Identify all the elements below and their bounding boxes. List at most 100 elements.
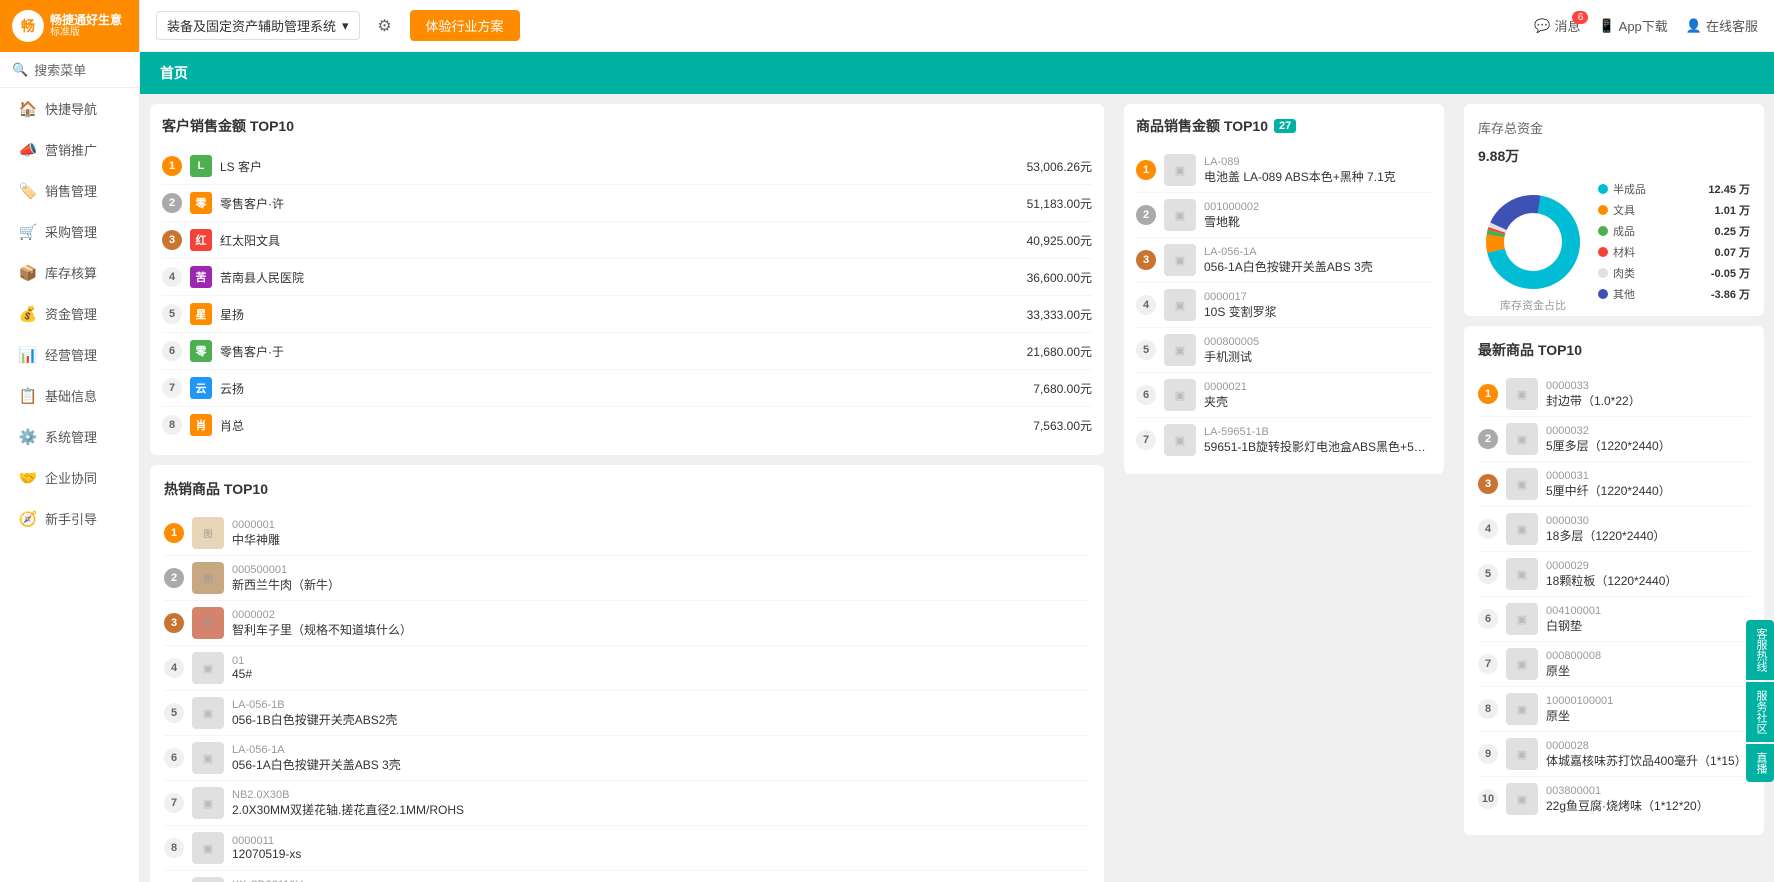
float-service-button[interactable]: 客服热线 [1746, 620, 1774, 680]
search-menu[interactable]: 🔍 搜索菜单 [0, 52, 139, 88]
list-item: 4 ▣ 0000030 18多层（1220*2440） [1478, 507, 1750, 552]
experience-button[interactable]: 体验行业方案 [410, 10, 520, 41]
system-icon: ⚙️ [19, 428, 37, 446]
product-thumbnail: ▣ [1164, 424, 1196, 456]
no-image-icon: ▣ [203, 752, 213, 765]
list-item: 7 ▣ NB2.0X30B 2.0X30MM双搓花轴.搓花直径2.1MM/ROH… [164, 781, 1090, 826]
sidebar-item-quick-nav[interactable]: 🏠 快捷导航 [0, 88, 139, 129]
rank-number: 5 [162, 304, 182, 324]
list-item: 3 ▣ 0000031 5厘中纤（1220*2440） [1478, 462, 1750, 507]
product-name: 夹壳 [1204, 393, 1432, 410]
customer-name: 苦南县人民医院 [220, 269, 1019, 286]
table-row: 4 苦 苦南县人民医院 36,600.00元 [162, 259, 1092, 296]
no-image-icon: ▣ [1517, 433, 1527, 446]
float-service-button[interactable]: 服务社区 [1746, 682, 1774, 742]
newest-products-title: 最新商品 TOP10 [1478, 340, 1750, 360]
sidebar-item-inventory[interactable]: 📦 库存核算 [0, 252, 139, 293]
online-service-button[interactable]: 👤 在线客服 [1686, 16, 1758, 35]
sidebar-item-finance[interactable]: 💰 资金管理 [0, 293, 139, 334]
sidebar-item-label: 库存核算 [45, 263, 97, 282]
product-code: 0000031 [1546, 470, 1750, 482]
app-download-button[interactable]: 📱 App下载 [1598, 16, 1667, 35]
legend-item: 半成品 12.45 万 [1598, 181, 1750, 197]
customer-name: 肖总 [220, 417, 1025, 434]
sidebar-item-label: 采购管理 [45, 222, 97, 241]
message-button[interactable]: 💬 消息 6 [1534, 16, 1580, 35]
product-thumbnail: ▣ [1164, 199, 1196, 231]
newest-products-title-text: 最新商品 TOP10 [1478, 340, 1582, 360]
product-name: 18多层（1220*2440） [1546, 527, 1750, 544]
product-name: 10S 变割罗浆 [1204, 303, 1432, 320]
rank-number: 8 [164, 838, 184, 858]
list-item: 8 ▣ 10000100001 原坐 [1478, 687, 1750, 732]
product-code: 0000017 [1204, 291, 1432, 303]
product-thumbnail: ▣ [1506, 513, 1538, 545]
sidebar-item-coop[interactable]: 🤝 企业协同 [0, 457, 139, 498]
product-info: 0000029 18颗粒板（1220*2440） [1546, 560, 1750, 589]
no-image-icon: ▣ [1517, 568, 1527, 581]
no-image-icon: ▣ [1517, 478, 1527, 491]
search-icon: 🔍 [12, 62, 28, 78]
newest-products-card: 最新商品 TOP10 1 ▣ 0000033 封边带（1.0*22） 2 ▣ 0… [1464, 326, 1764, 835]
product-info: 0000030 18多层（1220*2440） [1546, 515, 1750, 544]
sidebar-item-purchase[interactable]: 🛒 采购管理 [0, 211, 139, 252]
legend-value: -3.86 万 [1711, 286, 1750, 302]
legend-color-dot [1598, 247, 1608, 257]
product-name: 056-1A白色按键开关盖ABS 3壳 [1204, 258, 1432, 275]
legend-color-dot [1598, 268, 1608, 278]
no-image-icon: ▣ [1175, 164, 1185, 177]
sidebar-item-sales[interactable]: 🏷️ 销售管理 [0, 170, 139, 211]
sidebar-item-system[interactable]: ⚙️ 系统管理 [0, 416, 139, 457]
product-code: 000500001 [232, 564, 1090, 576]
sidebar-item-operations[interactable]: 📊 经营管理 [0, 334, 139, 375]
rank-number: 1 [164, 523, 184, 543]
no-image-icon: ▣ [203, 797, 213, 810]
legend-color-dot [1598, 289, 1608, 299]
rank-number: 9 [1478, 744, 1498, 764]
rank-number: 3 [1478, 474, 1498, 494]
basics-icon: 📋 [19, 387, 37, 405]
product-name: 056-1A白色按键开关盖ABS 3壳 [232, 756, 1090, 773]
list-item: 6 ▣ LA-056-1A 056-1A白色按键开关盖ABS 3壳 [164, 736, 1090, 781]
legend-label: 其他 [1613, 286, 1706, 302]
product-info: NB2.0X30B 2.0X30MM双搓花轴.搓花直径2.1MM/ROHS [232, 789, 1090, 818]
guide-icon: 🧭 [19, 510, 37, 528]
product-code: 0000011 [232, 835, 1090, 847]
customer-rank-list: 1 L LS 客户 53,006.26元 2 零 零售客户·许 51,183.0… [162, 148, 1092, 443]
app-edition: 标准版 [50, 27, 122, 39]
legend-item: 肉类 -0.05 万 [1598, 265, 1750, 281]
product-sale-card: 商品销售金额 TOP10 27 1 ▣ LA-089 电池盖 LA-089 AB… [1124, 104, 1444, 474]
legend-value: 12.45 万 [1708, 181, 1750, 197]
customer-name: 云扬 [220, 380, 1025, 397]
customer-value: 53,006.26元 [1027, 158, 1092, 175]
topbar: 装备及固定资产辅助管理系统 ▾ ⚙ 体验行业方案 💬 消息 6 📱 App下载 … [140, 0, 1774, 52]
list-item: 2 ▣ 001000002 雪地靴 [1136, 193, 1432, 238]
product-code: LA-056-1B [232, 699, 1090, 711]
product-thumbnail: ▣ [192, 697, 224, 729]
product-name: 12070519-xs [232, 847, 1090, 861]
product-name: 2.0X30MM双搓花轴.搓花直径2.1MM/ROHS [232, 801, 1090, 818]
sidebar-item-marketing[interactable]: 📣 营销推广 [0, 129, 139, 170]
table-row: 3 红 红太阳文具 40,925.00元 [162, 222, 1092, 259]
rank-number: 7 [164, 793, 184, 813]
sidebar-item-basics[interactable]: 📋 基础信息 [0, 375, 139, 416]
rank-number: 6 [164, 748, 184, 768]
settings-button[interactable]: ⚙ [370, 11, 400, 41]
no-image-icon: ▣ [1517, 748, 1527, 761]
list-item: 4 ▣ 01 45# [164, 646, 1090, 691]
float-service-button[interactable]: 直播 [1746, 744, 1774, 782]
product-code: LA-056-1A [1204, 246, 1432, 258]
table-row: 6 零 零售客户·于 21,680.00元 [162, 333, 1092, 370]
product-info: 10000100001 原坐 [1546, 695, 1750, 724]
sidebar-nav: 🏠 快捷导航 📣 营销推广 🏷️ 销售管理 🛒 采购管理 📦 库存核算 💰 资金… [0, 88, 139, 539]
sidebar-item-label: 快捷导航 [45, 99, 97, 118]
sidebar-item-guide[interactable]: 🧭 新手引导 [0, 498, 139, 539]
content-body: 客户销售金额 TOP10 1 L LS 客户 53,006.26元 2 零 零售… [140, 94, 1774, 882]
list-item: 5 ▣ LA-056-1B 056-1B白色按键开关壳ABS2壳 [164, 691, 1090, 736]
newest-products-list: 1 ▣ 0000033 封边带（1.0*22） 2 ▣ 0000032 5厘多层… [1478, 372, 1750, 821]
product-thumbnail: ▣ [1506, 558, 1538, 590]
no-image-icon: ▣ [1517, 703, 1527, 716]
customer-value: 7,563.00元 [1033, 417, 1092, 434]
system-selector[interactable]: 装备及固定资产辅助管理系统 ▾ [156, 11, 360, 40]
customer-name: 零售客户·于 [220, 343, 1019, 360]
